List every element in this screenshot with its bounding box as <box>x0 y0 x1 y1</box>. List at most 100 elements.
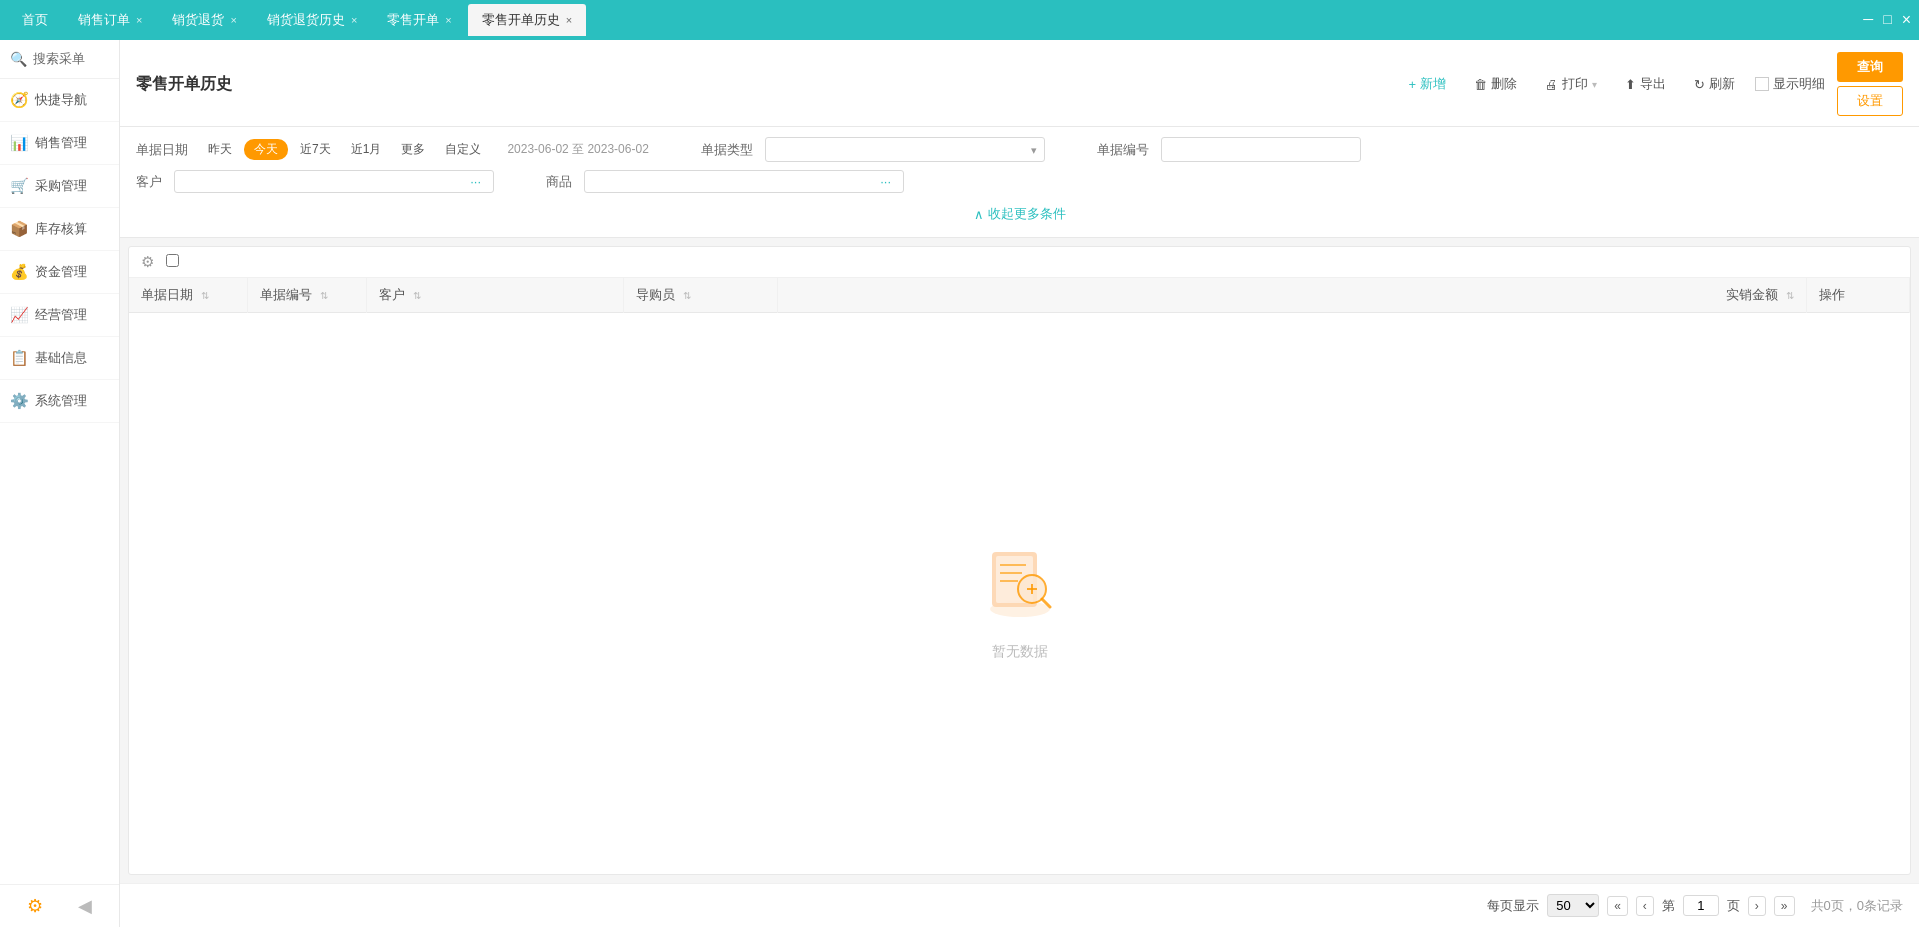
export-button[interactable]: ⬆ 导出 <box>1617 71 1674 97</box>
tab-home[interactable]: 首页 <box>8 4 62 36</box>
goods-input-wrapper: ··· <box>584 170 904 193</box>
date-range-text: 2023-06-02 至 2023-06-02 <box>507 141 648 158</box>
sidebar-collapse-icon[interactable]: ◀ <box>78 895 92 917</box>
sidebar-item-basic-info[interactable]: 📋 基础信息 <box>0 337 119 380</box>
goods-ellipsis-btn[interactable]: ··· <box>876 174 895 189</box>
goods-input[interactable] <box>593 174 876 189</box>
refresh-icon: ↻ <box>1694 77 1705 92</box>
date-btn-today[interactable]: 今天 <box>244 139 288 160</box>
export-label: 导出 <box>1640 75 1666 93</box>
sidebar-item-purchase-mgmt-label: 采购管理 <box>35 177 87 195</box>
sidebar-item-purchase-mgmt[interactable]: 🛒 采购管理 <box>0 165 119 208</box>
print-icon: 🖨 <box>1545 77 1558 92</box>
table-settings-icon[interactable]: ⚙ <box>141 253 154 271</box>
tab-sales-return[interactable]: 销货退货 × <box>158 4 250 36</box>
display-col-label: 显示明细 <box>1773 75 1825 93</box>
tab-sales-order[interactable]: 销售订单 × <box>64 4 156 36</box>
data-table: 单据日期 ⇅ 单据编号 ⇅ 客户 ⇅ 导购员 ⇅ <box>129 278 1910 313</box>
empty-text: 暂无数据 <box>992 643 1048 661</box>
content-area: 零售开单历史 + 新增 🗑 删除 🖨 打印 ▾ ⬆ 导出 <box>120 40 1919 927</box>
tab-retail-history-close[interactable]: × <box>566 14 572 26</box>
date-filter-label: 单据日期 <box>136 141 188 159</box>
table-area: ⚙ 单据日期 ⇅ 单据编号 ⇅ <box>128 246 1911 875</box>
date-btn-yesterday[interactable]: 昨天 <box>200 139 240 160</box>
prev-page-button[interactable]: ‹ <box>1636 896 1654 916</box>
add-icon: + <box>1408 77 1416 92</box>
col-customer-sort[interactable]: ⇅ <box>413 290 421 301</box>
sidebar-item-inventory[interactable]: 📦 库存核算 <box>0 208 119 251</box>
tab-retail-open-close[interactable]: × <box>445 14 451 26</box>
col-action: 操作 <box>1807 278 1910 313</box>
sys-mgmt-icon: ⚙️ <box>10 392 29 410</box>
first-page-button[interactable]: « <box>1607 896 1628 916</box>
filter-row-1: 单据日期 昨天 今天 近7天 近1月 更多 自定义 2023-06-02 至 2… <box>136 137 1903 162</box>
display-col-button[interactable]: 显示明细 <box>1755 75 1825 93</box>
sidebar-item-quick-nav-label: 快捷导航 <box>35 91 87 109</box>
tab-home-label: 首页 <box>22 11 48 29</box>
sidebar-item-operations-label: 经营管理 <box>35 306 87 324</box>
window-close[interactable]: × <box>1902 11 1911 29</box>
doc-no-label: 单据编号 <box>1097 141 1149 159</box>
page-suffix: 页 <box>1727 897 1740 915</box>
col-guide-label: 导购员 <box>636 287 675 302</box>
date-btn-more[interactable]: 更多 <box>393 139 433 160</box>
sidebar-item-finance-label: 资金管理 <box>35 263 87 281</box>
collapse-arrow-icon: ∧ <box>974 207 984 222</box>
page-number-input[interactable]: 1 <box>1683 895 1719 916</box>
col-doc-date-sort[interactable]: ⇅ <box>201 290 209 301</box>
col-doc-no-sort[interactable]: ⇅ <box>320 290 328 301</box>
sidebar-item-sales-mgmt[interactable]: 📊 销售管理 <box>0 122 119 165</box>
col-guide: 导购员 ⇅ <box>624 278 778 313</box>
col-actual-amount-sort[interactable]: ⇅ <box>1786 290 1794 301</box>
add-button[interactable]: + 新增 <box>1400 71 1454 97</box>
sidebar-item-operations[interactable]: 📈 经营管理 <box>0 294 119 337</box>
set-button[interactable]: 设置 <box>1837 86 1903 116</box>
col-actual-amount: 实销金额 ⇅ <box>778 278 1807 313</box>
tab-retail-history-label: 零售开单历史 <box>482 11 560 29</box>
window-minimize[interactable]: ─ <box>1863 11 1873 29</box>
tab-retail-open[interactable]: 零售开单 × <box>373 4 465 36</box>
export-icon: ⬆ <box>1625 77 1636 92</box>
sidebar-item-finance[interactable]: 💰 资金管理 <box>0 251 119 294</box>
select-all-checkbox[interactable] <box>166 254 179 267</box>
empty-icon <box>970 527 1070 627</box>
tab-sales-order-close[interactable]: × <box>136 14 142 26</box>
col-guide-sort[interactable]: ⇅ <box>683 290 691 301</box>
last-page-button[interactable]: » <box>1774 896 1795 916</box>
next-page-button[interactable]: › <box>1748 896 1766 916</box>
sidebar-search[interactable]: 🔍 搜索采单 <box>0 40 119 79</box>
query-button[interactable]: 查询 <box>1837 52 1903 82</box>
delete-button[interactable]: 🗑 删除 <box>1466 71 1525 97</box>
col-action-label: 操作 <box>1819 287 1845 302</box>
inventory-icon: 📦 <box>10 220 29 238</box>
refresh-button[interactable]: ↻ 刷新 <box>1686 71 1743 97</box>
sidebar-item-sys-mgmt[interactable]: ⚙️ 系统管理 <box>0 380 119 423</box>
goods-filter-label: 商品 <box>546 173 572 191</box>
customer-ellipsis-btn[interactable]: ··· <box>466 174 485 189</box>
date-btn-custom[interactable]: 自定义 <box>437 139 489 160</box>
pagination: 每页显示 50 20 100 200 « ‹ 第 1 页 › » 共0页，0条记… <box>120 883 1919 927</box>
filter-bar: 单据日期 昨天 今天 近7天 近1月 更多 自定义 2023-06-02 至 2… <box>120 127 1919 238</box>
doc-type-select[interactable] <box>765 137 1045 162</box>
tab-retail-history[interactable]: 零售开单历史 × <box>468 4 586 36</box>
col-doc-date: 单据日期 ⇅ <box>129 278 247 313</box>
collapse-more-btn[interactable]: ∧ 收起更多条件 <box>136 201 1903 227</box>
page-title: 零售开单历史 <box>136 74 232 105</box>
sidebar-item-inventory-label: 库存核算 <box>35 220 87 238</box>
date-btn-last7[interactable]: 近7天 <box>292 139 339 160</box>
tab-sales-return-history[interactable]: 销货退货历史 × <box>253 4 371 36</box>
customer-input[interactable] <box>183 174 466 189</box>
empty-state: 暂无数据 <box>129 313 1910 874</box>
col-doc-no: 单据编号 ⇅ <box>247 278 366 313</box>
window-maximize[interactable]: □ <box>1883 11 1891 29</box>
sidebar-settings-icon[interactable]: ⚙ <box>27 895 43 917</box>
col-customer: 客户 ⇅ <box>367 278 624 313</box>
tab-sales-return-close[interactable]: × <box>230 14 236 26</box>
basic-info-icon: 📋 <box>10 349 29 367</box>
print-button[interactable]: 🖨 打印 ▾ <box>1537 71 1605 97</box>
doc-no-input[interactable] <box>1161 137 1361 162</box>
sidebar-item-quick-nav[interactable]: 🧭 快捷导航 <box>0 79 119 122</box>
tab-sales-return-history-close[interactable]: × <box>351 14 357 26</box>
date-btn-last-month[interactable]: 近1月 <box>343 139 390 160</box>
per-page-select[interactable]: 50 20 100 200 <box>1547 894 1599 917</box>
